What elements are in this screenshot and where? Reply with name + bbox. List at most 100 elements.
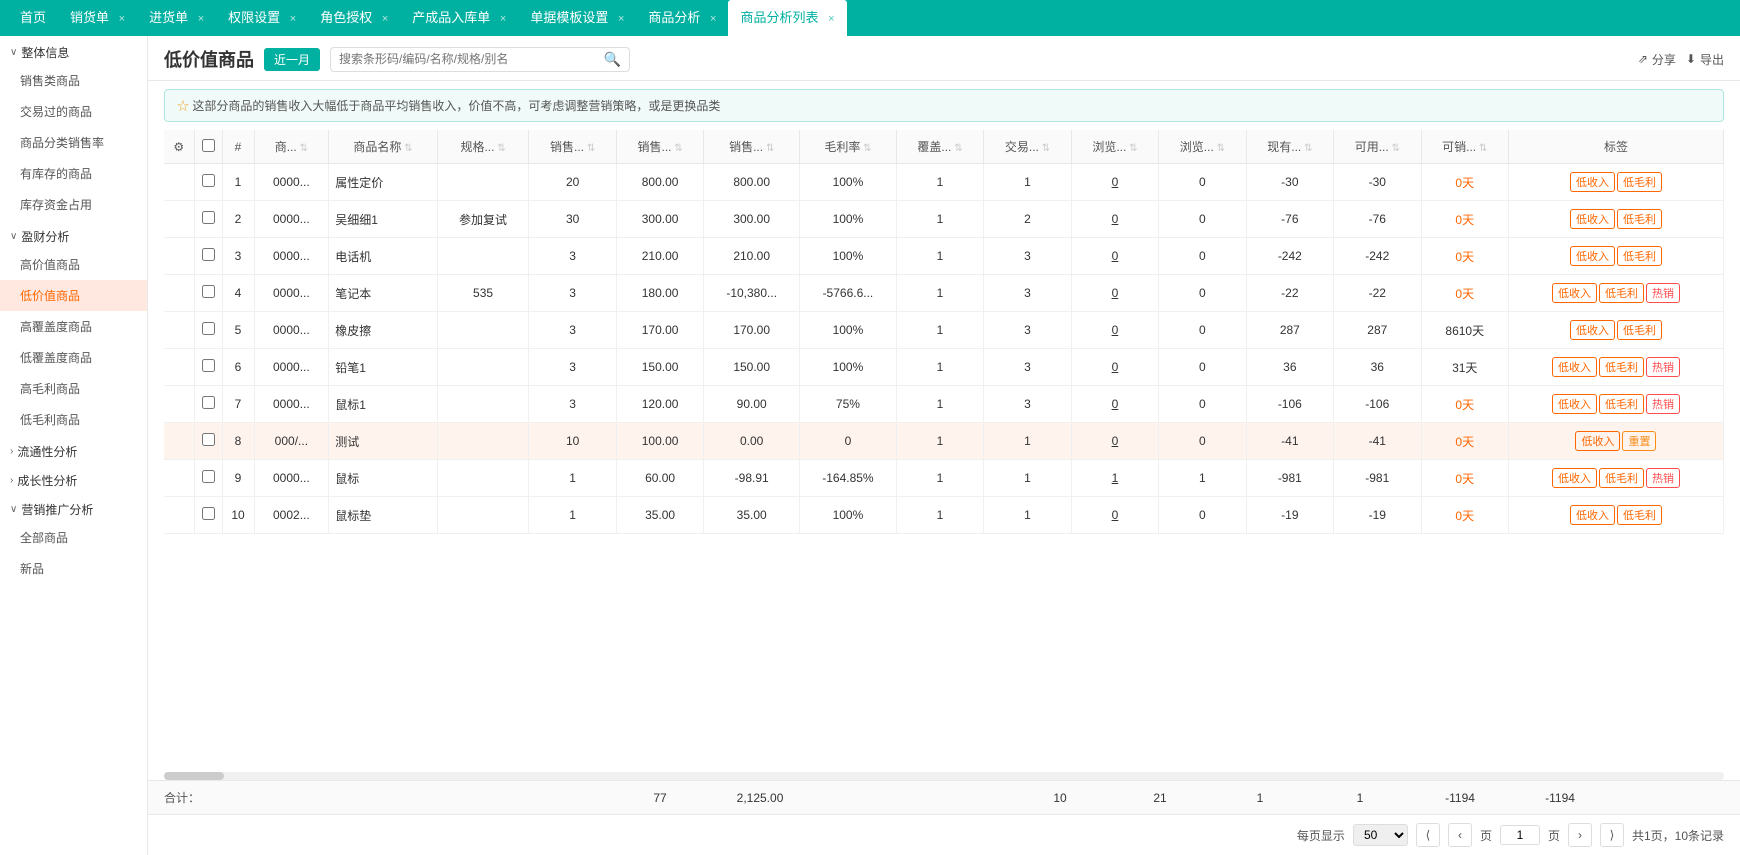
- sidebar-item-sales-products[interactable]: 销售类商品: [0, 65, 147, 96]
- nav-purchase[interactable]: 进货单 ×: [137, 0, 216, 36]
- share-button[interactable]: ⇗ 分享: [1638, 51, 1676, 68]
- sidebar-item-stock-capital[interactable]: 库存资金占用: [0, 189, 147, 220]
- table-row[interactable]: 4 0000... 笔记本 535 3 180.00 -10,380... -5…: [164, 275, 1724, 312]
- close-icon[interactable]: ×: [618, 13, 624, 25]
- prev-page-button[interactable]: ‹: [1448, 823, 1472, 847]
- table-row[interactable]: 8 000/... 测试 10 100.00 0.00 0 1 1 0 0 -4…: [164, 423, 1724, 460]
- row-select-checkbox[interactable]: [202, 174, 215, 187]
- sidebar-item-low-coverage[interactable]: 低覆盖度商品: [0, 342, 147, 373]
- close-icon[interactable]: ×: [828, 13, 834, 25]
- next-page-button[interactable]: ›: [1568, 823, 1592, 847]
- table-area[interactable]: ⚙ # 商... 商品名称 规格... 销售... 销售... 销售... 毛利…: [148, 130, 1740, 772]
- row-checkbox[interactable]: [194, 275, 222, 312]
- nav-template[interactable]: 单据模板设置 ×: [518, 0, 636, 36]
- row-checkbox[interactable]: [194, 497, 222, 534]
- close-icon[interactable]: ×: [710, 13, 716, 25]
- th-sale2[interactable]: 销售...: [704, 130, 800, 164]
- table-row[interactable]: 10 0002... 鼠标垫 1 35.00 35.00 100% 1 1 0 …: [164, 497, 1724, 534]
- row-select-checkbox[interactable]: [202, 396, 215, 409]
- select-all-checkbox[interactable]: [202, 139, 215, 152]
- row-select-checkbox[interactable]: [202, 285, 215, 298]
- row-select-checkbox[interactable]: [202, 248, 215, 261]
- row-cov: 1: [896, 497, 983, 534]
- row-checkbox[interactable]: [194, 423, 222, 460]
- page-number-input[interactable]: [1500, 825, 1540, 845]
- sidebar-group-profit[interactable]: ∨ 盈财分析: [0, 220, 147, 249]
- close-icon[interactable]: ×: [382, 13, 388, 25]
- sidebar-item-high-coverage[interactable]: 高覆盖度商品: [0, 311, 147, 342]
- scrollbar-thumb[interactable]: [164, 772, 224, 780]
- period-button[interactable]: 近一月: [264, 48, 320, 71]
- table-row[interactable]: 5 0000... 橡皮擦 3 170.00 170.00 100% 1 3 0…: [164, 312, 1724, 349]
- nav-permission[interactable]: 权限设置 ×: [216, 0, 308, 36]
- sidebar-item-low-margin[interactable]: 低毛利商品: [0, 404, 147, 435]
- row-select-checkbox[interactable]: [202, 359, 215, 372]
- table-row[interactable]: 6 0000... 铅笔1 3 150.00 150.00 100% 1 3 0…: [164, 349, 1724, 386]
- nav-home[interactable]: 首页: [8, 0, 58, 36]
- sidebar-group-overall[interactable]: ∨ 整体信息: [0, 36, 147, 65]
- sidebar-group-circulation[interactable]: › 流通性分析: [0, 435, 147, 464]
- row-checkbox[interactable]: [194, 201, 222, 238]
- th-checkbox[interactable]: [194, 130, 222, 164]
- close-icon[interactable]: ×: [119, 13, 125, 25]
- th-days[interactable]: 可销...: [1421, 130, 1508, 164]
- export-button[interactable]: ⬇ 导出: [1686, 51, 1724, 68]
- row-num: 6: [222, 349, 254, 386]
- row-checkbox[interactable]: [194, 349, 222, 386]
- row-checkbox[interactable]: [194, 460, 222, 497]
- search-icon[interactable]: 🔍: [604, 51, 621, 68]
- last-page-button[interactable]: ⟩: [1600, 823, 1624, 847]
- per-page-select[interactable]: 50 100: [1353, 824, 1408, 846]
- sidebar-group-growth[interactable]: › 成长性分析: [0, 464, 147, 493]
- sidebar-item-category-rate[interactable]: 商品分类销售率: [0, 127, 147, 158]
- nav-role[interactable]: 角色授权 ×: [308, 0, 400, 36]
- th-code[interactable]: 商...: [254, 130, 329, 164]
- th-browse1[interactable]: 浏览...: [1071, 130, 1158, 164]
- search-input[interactable]: [339, 52, 598, 66]
- sidebar-item-stocked[interactable]: 有库存的商品: [0, 158, 147, 189]
- table-row[interactable]: 7 0000... 鼠标1 3 120.00 90.00 75% 1 3 0 0…: [164, 386, 1724, 423]
- row-sale1: 210.00: [616, 238, 703, 275]
- row-checkbox[interactable]: [194, 386, 222, 423]
- row-select-checkbox[interactable]: [202, 470, 215, 483]
- th-name[interactable]: 商品名称: [329, 130, 438, 164]
- table-row[interactable]: 9 0000... 鼠标 1 60.00 -98.91 -164.85% 1 1…: [164, 460, 1724, 497]
- row-select-checkbox[interactable]: [202, 211, 215, 224]
- row-select-checkbox[interactable]: [202, 322, 215, 335]
- sidebar-item-low-value[interactable]: 低价值商品: [0, 280, 147, 311]
- table-row[interactable]: 2 0000... 吴细细1 参加复试 30 300.00 300.00 100…: [164, 201, 1724, 238]
- sidebar-item-high-value[interactable]: 高价值商品: [0, 249, 147, 280]
- th-stock2[interactable]: 可用...: [1334, 130, 1421, 164]
- th-settings[interactable]: ⚙: [164, 130, 194, 164]
- table-row[interactable]: 1 0000... 属性定价 20 800.00 800.00 100% 1 1…: [164, 164, 1724, 201]
- sidebar-item-traded-products[interactable]: 交易过的商品: [0, 96, 147, 127]
- sidebar-item-all-products[interactable]: 全部商品: [0, 522, 147, 553]
- nav-sales[interactable]: 销货单 ×: [58, 0, 137, 36]
- sidebar-item-new-products[interactable]: 新品: [0, 553, 147, 584]
- th-spec[interactable]: 规格...: [437, 130, 529, 164]
- th-browse2[interactable]: 浏览...: [1159, 130, 1246, 164]
- sidebar-group-marketing[interactable]: ∨ 营销推广分析: [0, 493, 147, 522]
- first-page-button[interactable]: ⟨: [1416, 823, 1440, 847]
- close-icon[interactable]: ×: [198, 13, 204, 25]
- tag: 低毛利: [1617, 172, 1662, 192]
- nav-product-analysis[interactable]: 商品分析 ×: [636, 0, 728, 36]
- th-qty[interactable]: 销售...: [529, 130, 616, 164]
- row-checkbox[interactable]: [194, 164, 222, 201]
- th-rate[interactable]: 毛利率: [800, 130, 897, 164]
- nav-product-in[interactable]: 产成品入库单 ×: [400, 0, 518, 36]
- row-checkbox[interactable]: [194, 238, 222, 275]
- row-checkbox[interactable]: [194, 312, 222, 349]
- th-stock1[interactable]: 现有...: [1246, 130, 1333, 164]
- table-row[interactable]: 3 0000... 电话机 3 210.00 210.00 100% 1 3 0…: [164, 238, 1724, 275]
- scrollbar[interactable]: [164, 772, 1724, 780]
- row-select-checkbox[interactable]: [202, 433, 215, 446]
- th-sale1[interactable]: 销售...: [616, 130, 703, 164]
- close-icon[interactable]: ×: [500, 13, 506, 25]
- th-trade[interactable]: 交易...: [984, 130, 1071, 164]
- row-select-checkbox[interactable]: [202, 507, 215, 520]
- th-cov[interactable]: 覆盖...: [896, 130, 983, 164]
- close-icon[interactable]: ×: [290, 13, 296, 25]
- sidebar-item-high-margin[interactable]: 高毛利商品: [0, 373, 147, 404]
- nav-product-analysis-list[interactable]: 商品分析列表 ×: [728, 0, 846, 36]
